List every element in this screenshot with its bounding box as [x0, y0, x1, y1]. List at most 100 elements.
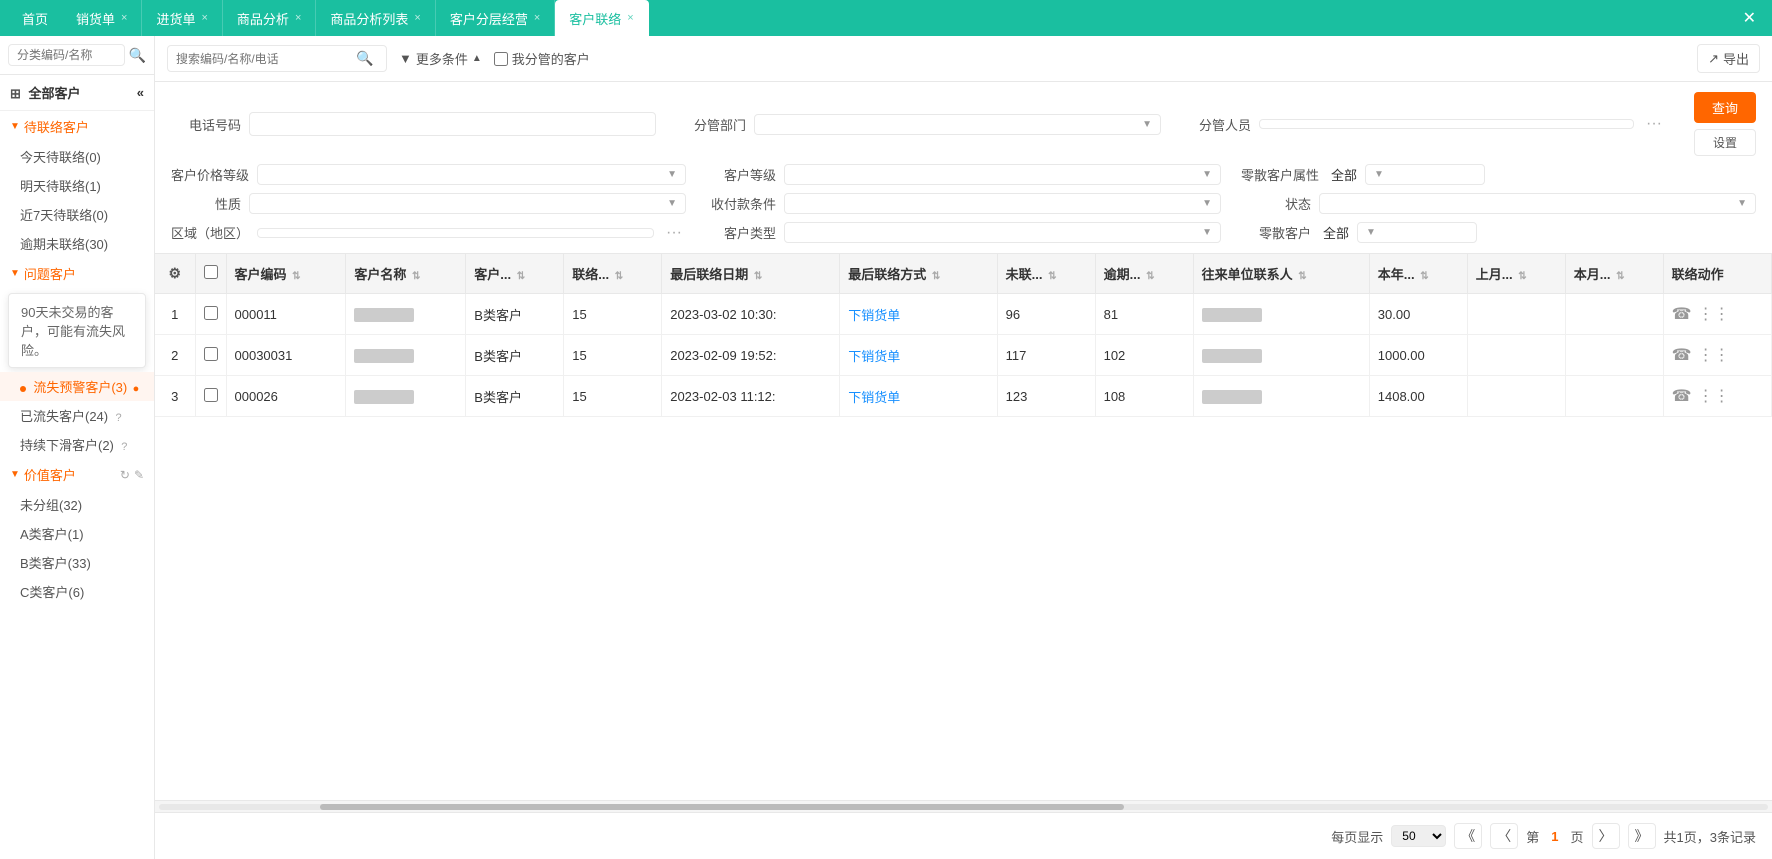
sort-icon[interactable]: ⇅	[1048, 271, 1056, 282]
export-button[interactable]: ↗ 导出	[1697, 44, 1760, 73]
select-all-checkbox[interactable]	[204, 265, 218, 279]
phone-input[interactable]	[249, 112, 656, 136]
payment-select[interactable]: ▼	[784, 193, 1221, 214]
tab-home[interactable]: 首页	[8, 0, 62, 36]
query-button[interactable]: 查询	[1694, 92, 1756, 123]
dept-select[interactable]: ▼	[754, 114, 1161, 135]
sort-icon[interactable]: ⇅	[412, 271, 420, 282]
more-action-icon[interactable]: ⋮⋮	[1698, 345, 1730, 365]
pagination-bar: 每页显示 50 100 200 《 〈 第 1 页 〉 》 共1页，3条记录	[155, 812, 1772, 859]
search-button[interactable]: 🔍	[356, 50, 373, 67]
gear-icon[interactable]: ⚙	[168, 265, 181, 281]
more-dots-icon[interactable]: ···	[1642, 115, 1666, 133]
search-input[interactable]	[176, 52, 356, 66]
sidebar-item-class-c[interactable]: C类客户(6)	[0, 577, 154, 606]
tab-customer-tier[interactable]: 客户分层经营 ×	[436, 0, 555, 36]
close-icon[interactable]: ×	[627, 12, 633, 24]
refresh-icon[interactable]: ↻	[120, 468, 130, 482]
horizontal-scrollbar[interactable]	[155, 800, 1772, 812]
status-field: 状态 ▼	[1241, 193, 1756, 214]
close-icon[interactable]: ×	[414, 12, 420, 24]
tab-product-analysis[interactable]: 商品分析 ×	[223, 0, 316, 36]
sidebar-item-tomorrow-contact[interactable]: 明天待联络(1)	[0, 171, 154, 200]
sort-icon[interactable]: ⇅	[1146, 271, 1154, 282]
sort-icon[interactable]: ⇅	[292, 271, 300, 282]
sidebar-item-class-b[interactable]: B类客户(33)	[0, 548, 154, 577]
sidebar-section-pending-contact[interactable]: ▼ 待联络客户	[0, 111, 154, 142]
sidebar-section-value[interactable]: ▼ 价值客户 ↻ ✎	[0, 459, 154, 490]
settings-button[interactable]: 设置	[1694, 129, 1756, 156]
contact-action-icon[interactable]: ☎	[1672, 304, 1692, 324]
row-last-method[interactable]: 下销货单	[840, 335, 997, 376]
first-page-button[interactable]: 《	[1454, 823, 1482, 849]
sort-icon[interactable]: ⇅	[1420, 271, 1428, 282]
blurred-liaison	[1202, 390, 1262, 404]
sort-icon[interactable]: ⇅	[1518, 271, 1526, 282]
sidebar-item-declining[interactable]: 持续下滑客户(2) ?	[0, 430, 154, 459]
more-action-icon[interactable]: ⋮⋮	[1698, 304, 1730, 324]
close-icon[interactable]: ×	[534, 12, 540, 24]
contact-action-icon[interactable]: ☎	[1672, 386, 1692, 406]
close-icon[interactable]: ×	[121, 12, 127, 24]
row-checkbox[interactable]	[204, 347, 218, 361]
scattered-attr-select[interactable]: ▼	[1365, 164, 1485, 185]
sidebar-item-ungrouped[interactable]: 未分组(32)	[0, 490, 154, 519]
row-overdue: 102	[1095, 335, 1193, 376]
customer-level-select[interactable]: ▼	[784, 164, 1221, 185]
row-unlink-days: 96	[997, 294, 1095, 335]
sidebar-section-problem[interactable]: ▼ 问题客户	[0, 258, 154, 289]
sort-icon[interactable]: ⇅	[754, 271, 762, 282]
tab-purchase-label: 进货单	[156, 9, 195, 28]
contact-action-icon[interactable]: ☎	[1672, 345, 1692, 365]
close-all-button[interactable]: ✕	[1735, 8, 1764, 28]
nature-select[interactable]: ▼	[249, 193, 686, 214]
prev-page-button[interactable]: 〈	[1490, 823, 1518, 849]
last-page-button[interactable]: 》	[1628, 823, 1656, 849]
region-select[interactable]	[257, 228, 654, 238]
row-last-method[interactable]: 下销货单	[840, 294, 997, 335]
sidebar-search-input[interactable]	[8, 44, 125, 66]
scattered-customer-select[interactable]: ▼	[1357, 222, 1477, 243]
next-page-button[interactable]: 〉	[1592, 823, 1620, 849]
filter-row-2: 客户价格等级 ▼ 客户等级 ▼ 零散客户属性 全部	[171, 164, 1756, 185]
sort-icon[interactable]: ⇅	[1298, 271, 1306, 282]
person-select[interactable]	[1259, 119, 1634, 129]
row-unlink-days: 117	[997, 335, 1095, 376]
sidebar-item-week-contact[interactable]: 近7天待联络(0)	[0, 200, 154, 229]
more-dots-icon[interactable]: ···	[662, 224, 686, 242]
sidebar-item-overdue-contact[interactable]: 逾期未联络(30)	[0, 229, 154, 258]
more-action-icon[interactable]: ⋮⋮	[1698, 386, 1730, 406]
status-select[interactable]: ▼	[1319, 193, 1756, 214]
sidebar-item-churned[interactable]: 已流失客户(24) ?	[0, 401, 154, 430]
close-icon[interactable]: ×	[201, 12, 207, 24]
customer-type-select[interactable]: ▼	[784, 222, 1221, 243]
sort-icon[interactable]: ⇅	[517, 271, 525, 282]
price-level-select[interactable]: ▼	[257, 164, 686, 185]
more-filter-button[interactable]: ▼ 更多条件 ▲	[399, 49, 482, 68]
sidebar-item-class-a[interactable]: A类客户(1)	[0, 519, 154, 548]
row-unlink-days: 123	[997, 376, 1095, 417]
sidebar-item-churn-warning[interactable]: 流失预警客户(3) ●	[0, 372, 154, 401]
close-icon[interactable]: ×	[295, 12, 301, 24]
tab-sales-order[interactable]: 销货单 ×	[62, 0, 142, 36]
sort-icon[interactable]: ⇅	[1616, 271, 1624, 282]
my-customers-checkbox-wrap[interactable]: 我分管的客户	[494, 49, 590, 68]
tab-purchase-order[interactable]: 进货单 ×	[142, 0, 222, 36]
row-last-method[interactable]: 下销货单	[840, 376, 997, 417]
sidebar-item-today-contact[interactable]: 今天待联络(0)	[0, 142, 154, 171]
scrollbar-thumb[interactable]	[320, 804, 1125, 810]
sidebar-all-customers[interactable]: ⊞ 全部客户 «	[0, 75, 154, 111]
row-checkbox[interactable]	[204, 388, 218, 402]
sort-icon[interactable]: ⇅	[932, 271, 940, 282]
tab-sales-label: 销货单	[76, 9, 115, 28]
sort-icon[interactable]: ⇅	[615, 271, 623, 282]
filter-icon: ▼	[399, 51, 412, 66]
row-checkbox[interactable]	[204, 306, 218, 320]
page-size-select[interactable]: 50 100 200	[1391, 825, 1446, 847]
my-customers-checkbox[interactable]	[494, 52, 508, 66]
tab-customer-contact[interactable]: 客户联络 ×	[555, 0, 648, 36]
collapse-icon[interactable]: «	[137, 85, 144, 100]
col-header-last-month: 上月... ⇅	[1467, 254, 1565, 294]
tab-product-analysis-list[interactable]: 商品分析列表 ×	[316, 0, 435, 36]
edit-icon[interactable]: ✎	[134, 468, 144, 482]
